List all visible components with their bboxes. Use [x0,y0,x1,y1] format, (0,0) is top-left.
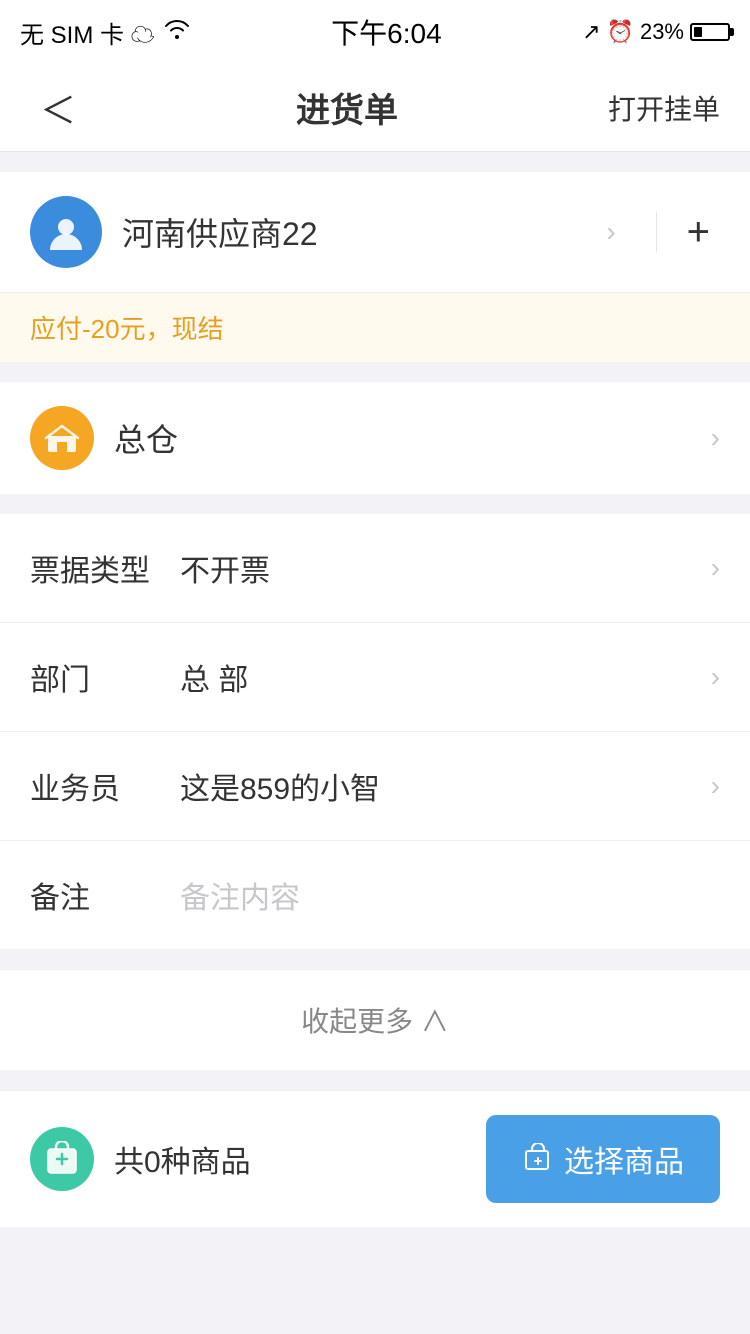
invoice-chevron-icon: › [711,552,720,584]
warehouse-name: 总仓 [114,415,711,461]
form-section: 票据类型 不开票 › 部门 总 部 › 业务员 这是859的小智 › 备注 备注… [0,514,750,949]
wifi-icon [163,18,191,46]
invoice-type-row[interactable]: 票据类型 不开票 › [0,514,750,623]
supplier-section: 河南供应商22 › + 应付-20元，现结 [0,172,750,362]
collapse-button[interactable]: 收起更多 ∧ [0,969,750,1070]
open-pending-button[interactable]: 打开挂单 [608,88,720,128]
department-chevron-icon: › [711,661,720,693]
salesman-label: 业务员 [30,764,170,808]
department-value: 总 部 [170,655,711,699]
salesman-chevron-icon: › [711,770,720,802]
remark-label: 备注 [30,873,170,917]
department-label: 部门 [30,655,170,699]
select-button-label: 选择商品 [564,1137,684,1181]
department-row[interactable]: 部门 总 部 › [0,623,750,732]
back-button[interactable]: ＜ [30,72,86,144]
select-product-button[interactable]: 选择商品 [486,1115,720,1203]
gap-1 [0,152,750,172]
collapse-label: 收起更多 ∧ [301,1006,449,1037]
status-time: 下午6:04 [331,12,442,52]
product-count: 共0种商品 [114,1137,486,1181]
remark-row[interactable]: 备注 备注内容 [0,841,750,949]
remark-input[interactable]: 备注内容 [170,873,720,917]
sim-status: 无 SIM 卡 ☁ [20,15,155,50]
warehouse-row[interactable]: 总仓 › [0,382,750,494]
status-bar: 无 SIM 卡 ☁ 下午6:04 ↗ ⏰ 23% [0,0,750,64]
supplier-divider [656,212,657,252]
alarm-icon: ⏰ [607,19,634,45]
supplier-name: 河南供应商22 [122,209,606,255]
supplier-row[interactable]: 河南供应商22 › + [0,172,750,293]
salesman-row[interactable]: 业务员 这是859的小智 › [0,732,750,841]
cart-icon [522,1143,554,1175]
page-title: 进货单 [296,83,398,132]
battery-percent: 23% [640,19,684,45]
nav-bar: ＜ 进货单 打开挂单 [0,64,750,152]
supplier-avatar [30,196,102,268]
product-icon [30,1127,94,1191]
status-right: ↗ ⏰ 23% [582,19,730,45]
add-supplier-button[interactable]: + [677,210,720,255]
warehouse-icon [30,406,94,470]
location-icon: ↗ [582,19,600,45]
status-left: 无 SIM 卡 ☁ [20,15,191,50]
salesman-value: 这是859的小智 [170,764,711,808]
bottom-bar: 共0种商品 选择商品 [0,1090,750,1227]
battery-icon [690,23,730,41]
supplier-chevron-icon: › [606,216,615,248]
invoice-value: 不开票 [170,546,711,590]
notice-bar: 应付-20元，现结 [0,293,750,362]
warehouse-chevron-icon: › [711,422,720,454]
notice-text: 应付-20元，现结 [30,314,224,344]
invoice-label: 票据类型 [30,546,170,590]
